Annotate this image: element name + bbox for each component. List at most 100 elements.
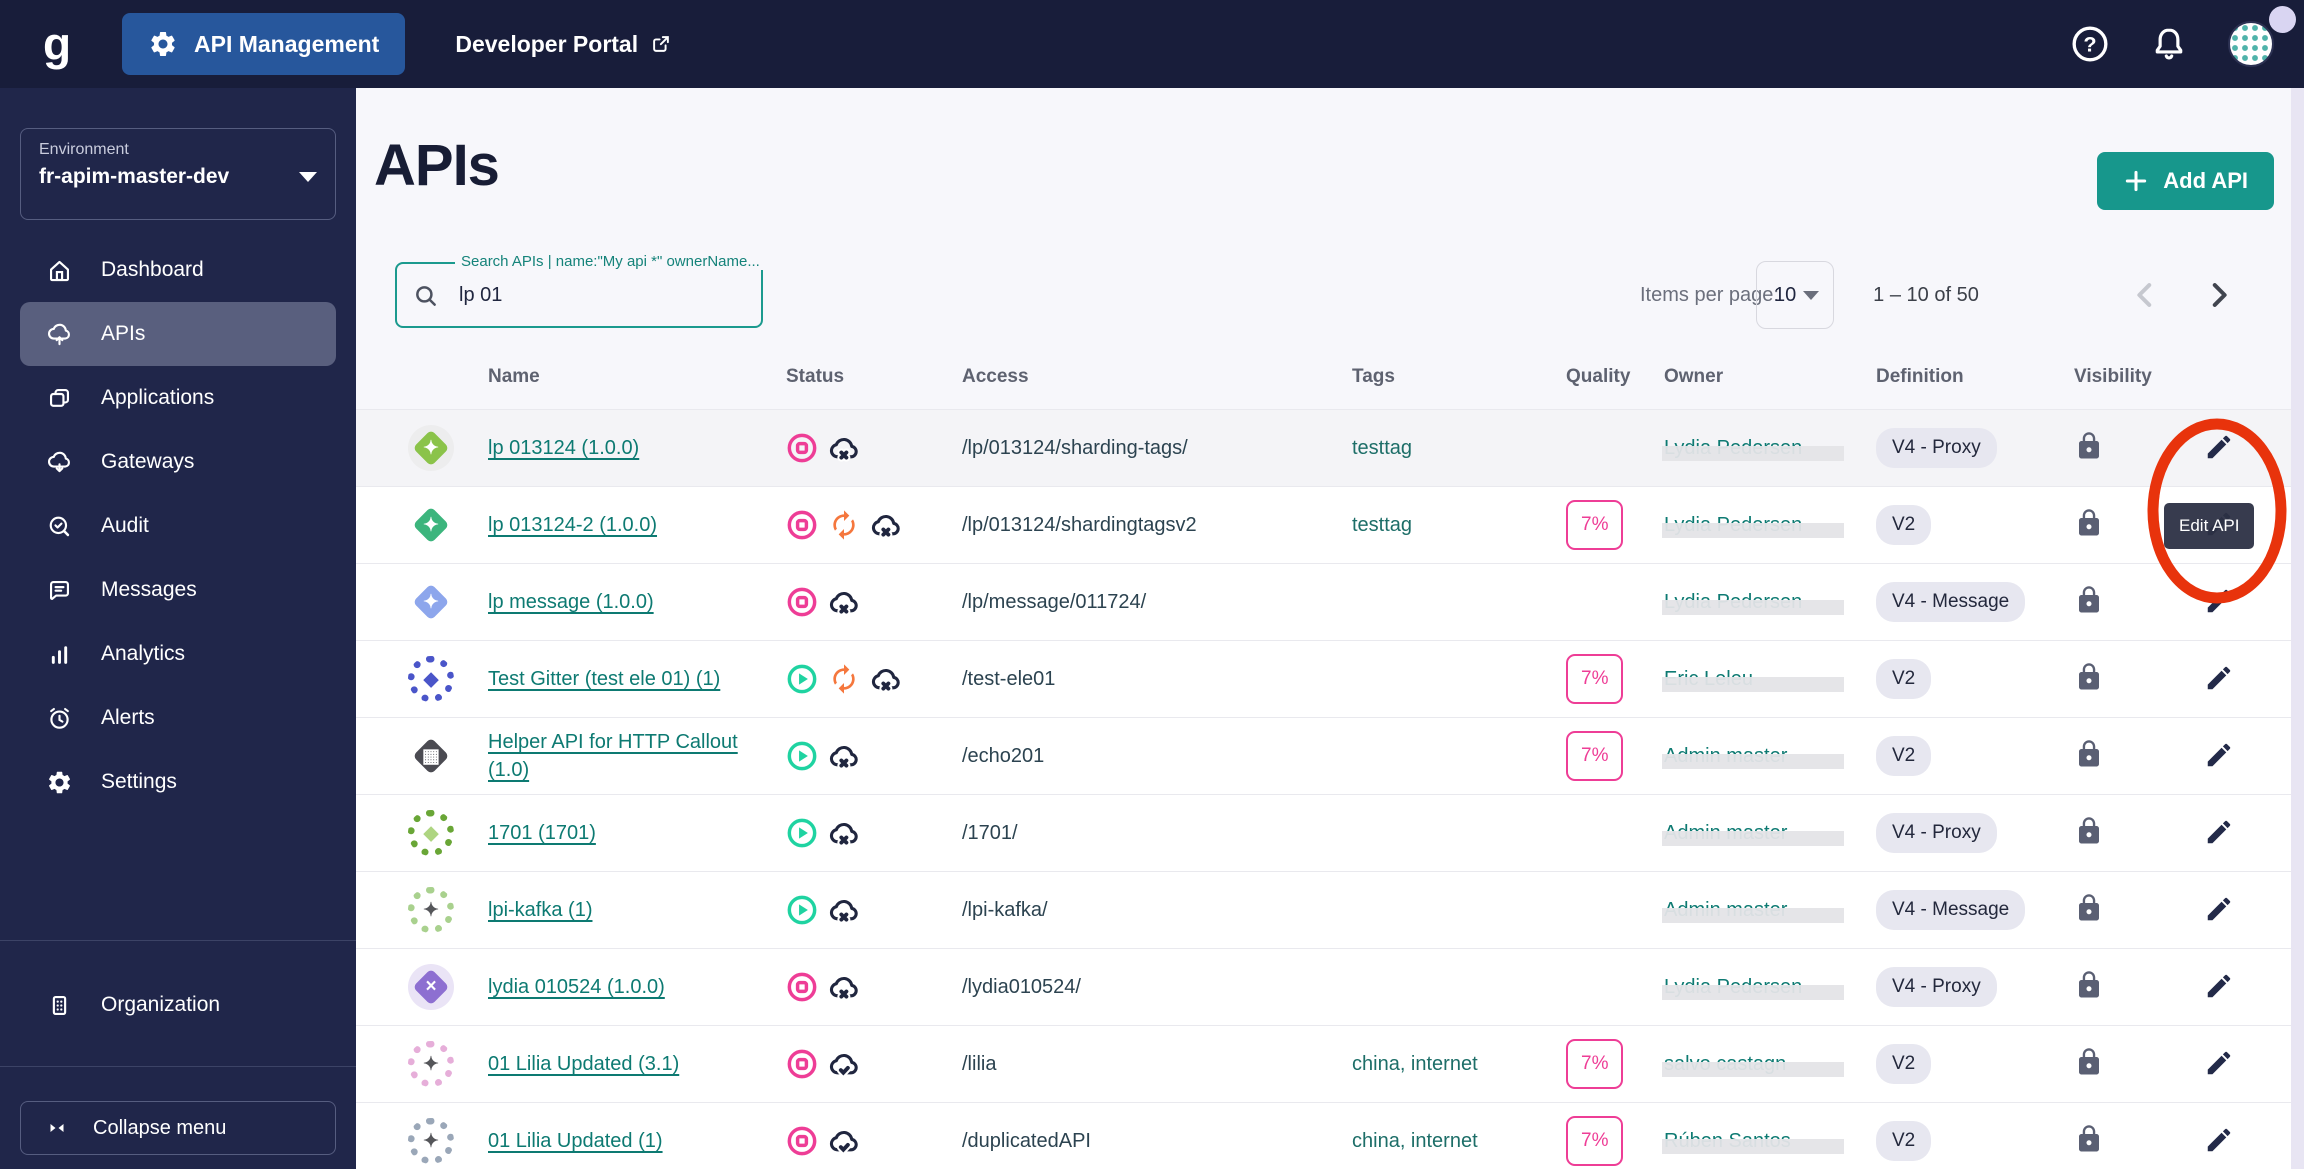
api-access-path: /lydia010524/ — [962, 975, 1081, 998]
portal-publication-icon — [828, 586, 860, 618]
sidebar-item-alerts[interactable]: Alerts — [20, 686, 336, 750]
api-tags: china, internet — [1352, 1129, 1478, 1152]
api-avatar: ✦ — [408, 579, 454, 625]
api-owner: Lydia Pedersen — [1664, 513, 1803, 536]
portal-publication-icon — [870, 509, 902, 541]
next-page-button[interactable] — [2202, 278, 2236, 312]
api-status — [786, 971, 962, 1003]
sidebar-item-apis[interactable]: APIs — [20, 302, 336, 366]
edit-api-button[interactable] — [2204, 740, 2234, 773]
edit-api-button[interactable] — [2204, 1125, 2234, 1158]
api-name-link[interactable]: Helper API for HTTP Callout (1.0) — [488, 728, 786, 784]
api-management-switcher[interactable]: API Management — [122, 13, 406, 75]
page-title: APIs — [374, 133, 500, 198]
edit-api-button[interactable] — [2204, 663, 2234, 696]
api-name-link[interactable]: lp 013124 (1.0.0) — [488, 434, 663, 462]
table-row[interactable]: ✦ 01 Lilia Updated (1) /duplicatedAPI ch… — [356, 1102, 2291, 1169]
table-row[interactable]: ◆ Test Gitter (test ele 01) (1) /test-el… — [356, 640, 2291, 717]
quality-badge: 7% — [1566, 731, 1624, 781]
table-row[interactable]: ✦ 01 Lilia Updated (3.1) /lilia china, i… — [356, 1025, 2291, 1102]
api-state-icon — [786, 1125, 818, 1157]
api-name-link[interactable]: lydia 010524 (1.0.0) — [488, 973, 689, 1001]
lock-icon — [2074, 1047, 2104, 1077]
menu-icon — [46, 321, 73, 348]
lock-icon — [2074, 970, 2104, 1000]
user-avatar — [2228, 21, 2274, 67]
definition-badge: V2 — [1876, 736, 1932, 776]
notifications-button[interactable] — [2150, 25, 2188, 63]
sidebar-item-organization[interactable]: Organization — [20, 973, 336, 1037]
sidebar-item-dashboard[interactable]: Dashboard — [20, 238, 336, 302]
table-row[interactable]: ✦ lpi-kafka (1) /lpi-kafka/ Admin master… — [356, 871, 2291, 948]
column-header-access[interactable]: Access — [962, 366, 1352, 388]
column-header-name[interactable]: Name — [488, 366, 786, 388]
table-row[interactable]: ✦ lp message (1.0.0) /lp/message/011724/… — [356, 563, 2291, 640]
table-row[interactable]: × lydia 010524 (1.0.0) /lydia010524/ Lyd… — [356, 948, 2291, 1025]
api-name-link[interactable]: lp message (1.0.0) — [488, 588, 678, 616]
edit-api-button[interactable] — [2204, 817, 2234, 850]
api-name-link[interactable]: 01 Lilia Updated (1) — [488, 1127, 687, 1155]
menu-icon — [46, 513, 73, 540]
api-avatar: ◆ — [408, 810, 454, 856]
sidebar-item-label: Alerts — [101, 706, 155, 729]
api-name-link[interactable]: lp 013124-2 (1.0.0) — [488, 511, 681, 539]
api-name-link[interactable]: lpi-kafka (1) — [488, 896, 616, 924]
menu-icon — [46, 641, 73, 668]
menu-icon — [46, 769, 73, 796]
gravitee-logo[interactable]: g — [30, 0, 84, 88]
api-owner: Eric Leleu — [1664, 667, 1753, 690]
vertical-scrollbar[interactable] — [2291, 88, 2304, 1169]
sidebar-item-messages[interactable]: Messages — [20, 558, 336, 622]
environment-selector[interactable]: Environment fr-apim-master-dev — [20, 128, 336, 220]
add-api-button[interactable]: Add API — [2097, 152, 2274, 210]
column-header-definition[interactable]: Definition — [1876, 366, 2074, 388]
search-icon — [413, 283, 439, 309]
edit-api-button[interactable] — [2204, 894, 2234, 927]
table-row[interactable]: ✦ lp 013124-2 (1.0.0) /lp/013124/shardin… — [356, 486, 2291, 563]
edit-api-button[interactable] — [2204, 971, 2234, 1004]
definition-badge: V2 — [1876, 505, 1932, 545]
column-header-visibility[interactable]: Visibility — [2074, 366, 2152, 388]
table-row[interactable]: ▦ Helper API for HTTP Callout (1.0) /ech… — [356, 717, 2291, 794]
help-button[interactable] — [2070, 24, 2110, 64]
api-name-link[interactable]: 1701 (1701) — [488, 819, 620, 847]
sidebar-menu: Dashboard APIs Applications Gateways Aud… — [20, 238, 336, 814]
portal-publication-icon — [828, 894, 860, 926]
column-header-status[interactable]: Status — [786, 366, 962, 388]
items-per-page-select[interactable]: 10 — [1756, 261, 1834, 329]
edit-icon — [2204, 432, 2234, 462]
search-input[interactable] — [457, 268, 747, 322]
menu-icon — [46, 705, 73, 732]
sidebar-item-analytics[interactable]: Analytics — [20, 622, 336, 686]
api-name-link[interactable]: 01 Lilia Updated (3.1) — [488, 1050, 703, 1078]
menu-icon — [46, 577, 73, 604]
api-access-path: /lp/message/011724/ — [962, 590, 1147, 613]
sidebar-item-label: Settings — [101, 770, 177, 793]
sidebar-item-applications[interactable]: Applications — [20, 366, 336, 430]
column-header-tags[interactable]: Tags — [1352, 366, 1566, 388]
column-header-quality[interactable]: Quality — [1566, 366, 1664, 388]
table-row[interactable]: ✦ lp 013124 (1.0.0) /lp/013124/sharding-… — [356, 409, 2291, 486]
user-menu-button[interactable] — [2228, 21, 2274, 67]
sidebar-item-gateways[interactable]: Gateways — [20, 430, 336, 494]
chevron-down-icon — [299, 172, 317, 182]
api-name-link[interactable]: Test Gitter (test ele 01) (1) — [488, 665, 744, 693]
sidebar-item-audit[interactable]: Audit — [20, 494, 336, 558]
previous-page-button[interactable] — [2128, 278, 2162, 312]
edit-api-button[interactable] — [2204, 586, 2234, 619]
collapse-menu-button[interactable]: Collapse menu — [20, 1101, 336, 1155]
lock-icon — [2074, 893, 2104, 923]
sidebar-item-settings[interactable]: Settings — [20, 750, 336, 814]
edit-api-button[interactable] — [2204, 432, 2234, 465]
column-header-owner[interactable]: Owner — [1664, 366, 1876, 388]
lock-icon — [2074, 662, 2104, 692]
api-owner: Admin master — [1664, 744, 1788, 767]
api-owner: Lydia Pedersen — [1664, 590, 1803, 613]
api-tags: testtag — [1352, 436, 1413, 459]
edit-api-button[interactable] — [2204, 1048, 2234, 1081]
api-owner: Rúben Santos — [1664, 1129, 1791, 1152]
table-row[interactable]: ◆ 1701 (1701) /1701/ Admin master V4 - P… — [356, 794, 2291, 871]
menu-icon — [46, 385, 73, 412]
developer-portal-link[interactable]: Developer Portal — [449, 30, 678, 59]
environment-value: fr-apim-master-dev — [39, 165, 230, 188]
